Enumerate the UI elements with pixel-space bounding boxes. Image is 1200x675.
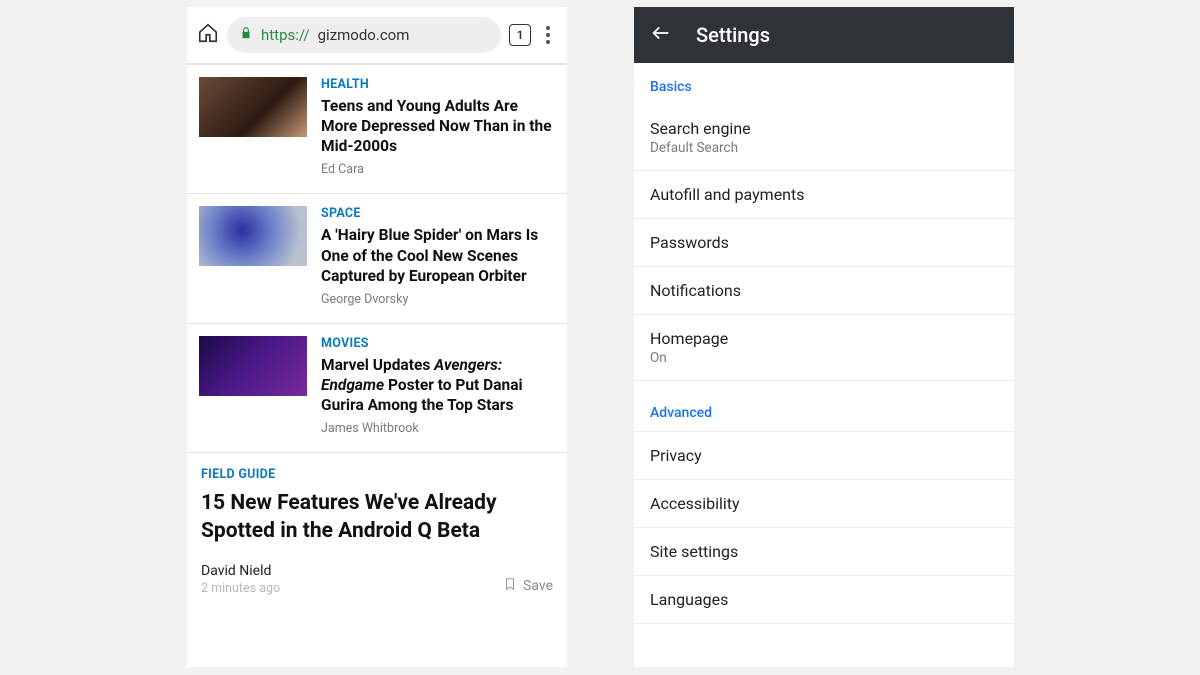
url-protocol: https://: [261, 26, 310, 44]
setting-site-settings[interactable]: Site settings: [634, 528, 1014, 576]
feature-article[interactable]: FIELD GUIDE 15 New Features We've Alread…: [187, 452, 567, 606]
article-author[interactable]: George Dvorsky: [321, 292, 555, 307]
section-label-basics: Basics: [634, 63, 1014, 105]
feature-author[interactable]: David Nield: [201, 563, 280, 579]
setting-title: Notifications: [650, 281, 998, 300]
url-host: gizmodo.com: [318, 26, 410, 44]
article-row[interactable]: SPACE A 'Hairy Blue Spider' on Mars Is O…: [187, 193, 567, 322]
setting-passwords[interactable]: Passwords: [634, 219, 1014, 267]
setting-title: Passwords: [650, 233, 998, 252]
article-thumbnail: [199, 336, 307, 396]
article-row[interactable]: HEALTH Teens and Young Adults Are More D…: [187, 64, 567, 193]
section-label-advanced: Advanced: [634, 389, 1014, 431]
article-body: HEALTH Teens and Young Adults Are More D…: [321, 77, 555, 177]
article-row[interactable]: MOVIES Marvel Updates Avengers: Endgame …: [187, 323, 567, 452]
feature-footer: David Nield 2 minutes ago Save: [201, 563, 553, 596]
article-headline[interactable]: Marvel Updates Avengers: Endgame Poster …: [321, 355, 555, 415]
setting-homepage[interactable]: Homepage On: [634, 315, 1014, 381]
home-icon[interactable]: [197, 22, 219, 48]
save-button[interactable]: Save: [503, 576, 553, 596]
article-thumbnail: [199, 206, 307, 266]
browser-screenshot: https:// gizmodo.com 1 HEALTH Teens and Y…: [187, 7, 567, 667]
setting-title: Homepage: [650, 329, 998, 348]
article-category[interactable]: MOVIES: [321, 336, 555, 351]
setting-autofill[interactable]: Autofill and payments: [634, 171, 1014, 219]
byline: David Nield 2 minutes ago: [201, 563, 280, 596]
setting-accessibility[interactable]: Accessibility: [634, 480, 1014, 528]
back-arrow-icon[interactable]: [650, 22, 672, 48]
overflow-menu-icon[interactable]: [539, 26, 557, 44]
feature-timestamp: 2 minutes ago: [201, 581, 280, 596]
settings-title: Settings: [696, 23, 770, 47]
article-headline[interactable]: A 'Hairy Blue Spider' on Mars Is One of …: [321, 225, 555, 285]
setting-title: Site settings: [650, 542, 998, 561]
article-category[interactable]: HEALTH: [321, 77, 555, 92]
setting-title: Accessibility: [650, 494, 998, 513]
setting-subtitle: On: [650, 350, 998, 366]
setting-languages[interactable]: Languages: [634, 576, 1014, 624]
setting-subtitle: Default Search: [650, 140, 998, 156]
setting-title: Search engine: [650, 119, 998, 138]
browser-toolbar: https:// gizmodo.com 1: [187, 7, 567, 63]
setting-search-engine[interactable]: Search engine Default Search: [634, 105, 1014, 171]
article-thumbnail: [199, 77, 307, 137]
feature-headline[interactable]: 15 New Features We've Already Spotted in…: [201, 490, 553, 545]
tab-count: 1: [517, 28, 524, 42]
lock-icon: [239, 26, 253, 44]
article-headline[interactable]: Teens and Young Adults Are More Depresse…: [321, 96, 555, 156]
setting-title: Languages: [650, 590, 998, 609]
setting-notifications[interactable]: Notifications: [634, 267, 1014, 315]
article-category[interactable]: SPACE: [321, 206, 555, 221]
setting-privacy[interactable]: Privacy: [634, 431, 1014, 480]
save-label: Save: [523, 578, 553, 594]
setting-title: Privacy: [650, 446, 998, 465]
article-category[interactable]: FIELD GUIDE: [201, 467, 553, 482]
tabs-icon[interactable]: 1: [509, 24, 531, 46]
article-body: SPACE A 'Hairy Blue Spider' on Mars Is O…: [321, 206, 555, 306]
url-bar[interactable]: https:// gizmodo.com: [227, 17, 501, 53]
settings-screenshot: Settings Basics Search engine Default Se…: [634, 7, 1014, 667]
settings-header: Settings: [634, 7, 1014, 63]
setting-title: Autofill and payments: [650, 185, 998, 204]
article-body: MOVIES Marvel Updates Avengers: Endgame …: [321, 336, 555, 436]
bookmark-icon: [503, 576, 517, 596]
article-author[interactable]: Ed Cara: [321, 162, 555, 177]
article-author[interactable]: James Whitbrook: [321, 421, 555, 436]
